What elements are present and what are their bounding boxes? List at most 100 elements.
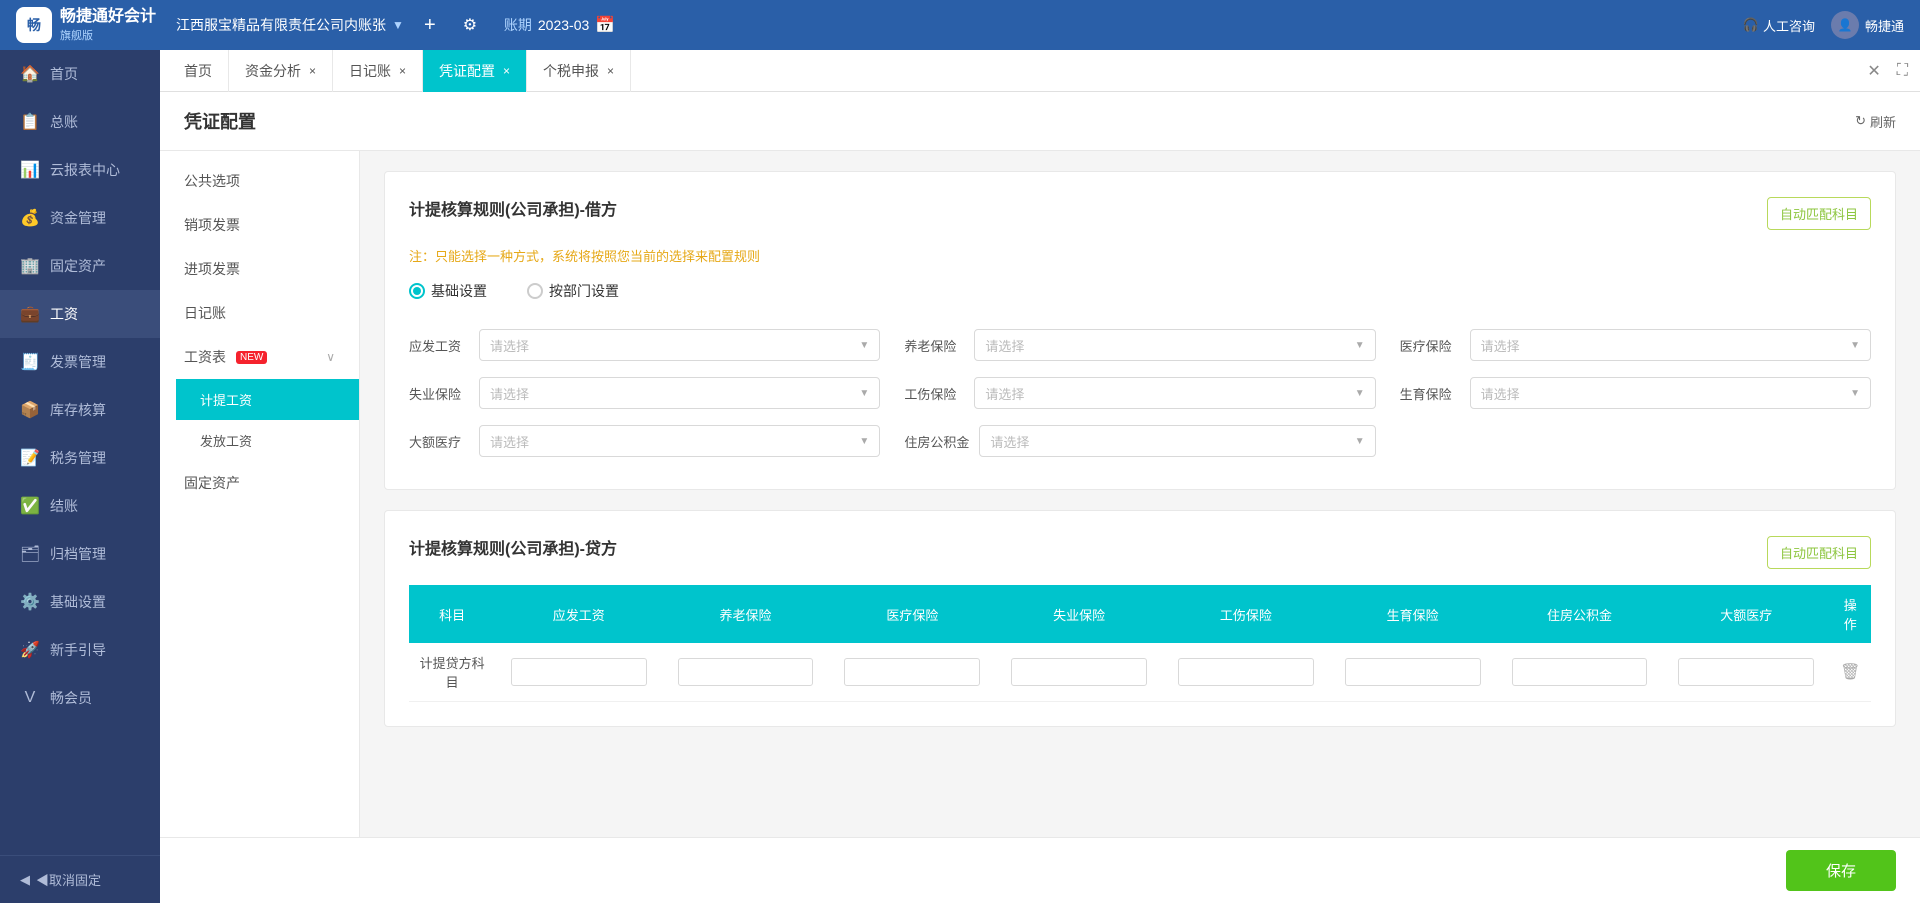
nav-item-fixed-asset[interactable]: 固定资产 — [160, 461, 359, 505]
tab-voucher-close[interactable]: × — [503, 64, 510, 78]
sidebar-item-reports[interactable]: 📊 云报表中心 — [0, 146, 160, 194]
tab-expand-button[interactable]: ⛶ — [1893, 58, 1912, 84]
col-gross-salary: 应发工资 — [495, 585, 662, 643]
cell-pension[interactable] — [662, 643, 829, 702]
label-unemployment: 失业保险 — [409, 384, 469, 403]
cell-maternity[interactable] — [1329, 643, 1496, 702]
cell-unemployment[interactable] — [996, 643, 1163, 702]
nav-label-journal: 日记账 — [184, 303, 226, 323]
radio-basic-label: 基础设置 — [431, 281, 487, 301]
cell-subject-label: 计提贷方科目 — [409, 643, 495, 702]
input-medical[interactable] — [844, 658, 980, 686]
sidebar-label-capital: 资金管理 — [50, 208, 106, 228]
add-button[interactable]: + — [416, 11, 444, 39]
tab-tax-label: 个税申报 — [543, 61, 599, 81]
sidebar-label-settings: 基础设置 — [50, 592, 106, 612]
nav-label-purchase-invoice: 进项发票 — [184, 259, 240, 279]
calendar-icon[interactable]: 📅 — [595, 15, 615, 35]
sidebar-item-home[interactable]: 🏠 首页 — [0, 50, 160, 98]
sidebar-label-invoice: 发票管理 — [50, 352, 106, 372]
tab-capital-close[interactable]: × — [309, 64, 316, 78]
tab-journal[interactable]: 日记账 × — [333, 50, 423, 92]
sidebar-item-salary[interactable]: 💼 工资 — [0, 290, 160, 338]
vip-icon: V — [20, 689, 40, 707]
col-action: 操作 — [1830, 585, 1871, 643]
input-gross-salary[interactable] — [511, 658, 647, 686]
tax-icon: 📝 — [20, 448, 40, 468]
tab-tax-close[interactable]: × — [607, 64, 614, 78]
nav-item-payroll-table[interactable]: 工资表 NEW ∨ — [160, 335, 359, 379]
sidebar-label-fixed-assets: 固定资产 — [50, 256, 106, 276]
input-big-medical[interactable] — [1678, 658, 1814, 686]
service-button[interactable]: 🎧 人工咨询 — [1743, 16, 1815, 35]
sidebar-item-guide[interactable]: 🚀 新手引导 — [0, 626, 160, 674]
input-maternity[interactable] — [1345, 658, 1481, 686]
input-housing-fund[interactable] — [1512, 658, 1648, 686]
select-pension[interactable]: 请选择 ▼ — [974, 329, 1375, 361]
select-unemployment[interactable]: 请选择 ▼ — [479, 377, 880, 409]
debit-note: 注：只能选择一种方式，系统将按照您当前的选择来配置规则 — [409, 246, 1871, 265]
select-work-injury[interactable]: 请选择 ▼ — [974, 377, 1375, 409]
unpin-label: ◀取消固定 — [36, 870, 101, 889]
select-maternity[interactable]: 请选择 ▼ — [1470, 377, 1871, 409]
radio-row: 基础设置 按部门设置 — [409, 281, 1871, 301]
sidebar-unpin-button[interactable]: ◀ ◀取消固定 — [0, 855, 160, 903]
sidebar-label-ledger: 总账 — [50, 112, 78, 132]
tab-close-all-button[interactable]: ✕ — [1863, 57, 1884, 85]
credit-auto-match-button[interactable]: 自动匹配科目 — [1767, 536, 1871, 569]
cell-gross-salary[interactable] — [495, 643, 662, 702]
sidebar-label-home: 首页 — [50, 64, 78, 84]
input-pension[interactable] — [678, 658, 814, 686]
save-button[interactable]: 保存 — [1786, 850, 1896, 891]
nav-item-journal[interactable]: 日记账 — [160, 291, 359, 335]
user-area[interactable]: 👤 畅捷通 — [1831, 11, 1904, 39]
sidebar-label-checkout: 结账 — [50, 496, 78, 516]
sidebar-item-ledger[interactable]: 📋 总账 — [0, 98, 160, 146]
sidebar-item-vip[interactable]: V 畅会员 — [0, 674, 160, 722]
gear-icon[interactable]: ⚙ — [456, 11, 484, 39]
input-unemployment[interactable] — [1011, 658, 1147, 686]
sidebar-item-archive[interactable]: 🗂 归档管理 — [0, 530, 160, 578]
top-right: 🎧 人工咨询 👤 畅捷通 — [1743, 11, 1904, 39]
sidebar-label-reports: 云报表中心 — [50, 160, 120, 180]
radio-dept[interactable]: 按部门设置 — [527, 281, 619, 301]
tab-capital[interactable]: 资金分析 × — [229, 50, 333, 92]
tab-tax[interactable]: 个税申报 × — [527, 50, 631, 92]
nav-item-payroll-pay[interactable]: 发放工资 — [176, 420, 359, 461]
sidebar-item-inventory[interactable]: 📦 库存核算 — [0, 386, 160, 434]
tab-voucher[interactable]: 凭证配置 × — [423, 50, 527, 92]
radio-basic[interactable]: 基础设置 — [409, 281, 487, 301]
delete-row-button[interactable]: 🗑 — [1840, 664, 1860, 681]
sidebar-item-capital[interactable]: 💰 资金管理 — [0, 194, 160, 242]
input-work-injury[interactable] — [1178, 658, 1314, 686]
select-housing-fund[interactable]: 请选择 ▼ — [979, 425, 1375, 457]
cell-big-medical[interactable] — [1663, 643, 1830, 702]
nav-item-sales-invoice[interactable]: 销项发票 — [160, 203, 359, 247]
select-medical[interactable]: 请选择 ▼ — [1470, 329, 1871, 361]
nav-item-payroll-calc[interactable]: 计提工资 — [176, 379, 359, 420]
label-medical: 医疗保险 — [1400, 336, 1460, 355]
sidebar-item-fixed-assets[interactable]: 🏢 固定资产 — [0, 242, 160, 290]
cell-medical[interactable] — [829, 643, 996, 702]
cell-work-injury[interactable] — [1163, 643, 1330, 702]
debit-auto-match-button[interactable]: 自动匹配科目 — [1767, 197, 1871, 230]
select-big-medical[interactable]: 请选择 ▼ — [479, 425, 880, 457]
nav-label-payroll-table: 工资表 — [184, 347, 226, 367]
select-gross-salary[interactable]: 请选择 ▼ — [479, 329, 880, 361]
col-housing-fund: 住房公积金 — [1496, 585, 1663, 643]
nav-label-payroll-calc: 计提工资 — [200, 390, 252, 409]
company-select[interactable]: 江西服宝精品有限责任公司内账张 ▼ — [176, 15, 404, 35]
tab-actions: ✕ ⛶ — [1863, 57, 1912, 85]
refresh-button[interactable]: ↻ 刷新 — [1855, 112, 1896, 131]
cell-housing-fund[interactable] — [1496, 643, 1663, 702]
page-title: 凭证配置 — [184, 108, 256, 134]
sidebar-item-checkout[interactable]: ✅ 结账 — [0, 482, 160, 530]
nav-item-purchase-invoice[interactable]: 进项发票 — [160, 247, 359, 291]
sidebar-item-invoice[interactable]: 🧾 发票管理 — [0, 338, 160, 386]
tab-journal-close[interactable]: × — [399, 64, 406, 78]
field-housing-fund: 住房公积金 请选择 ▼ — [904, 425, 1375, 457]
tab-home[interactable]: 首页 — [168, 50, 229, 92]
sidebar-item-settings[interactable]: ⚙️ 基础设置 — [0, 578, 160, 626]
sidebar-item-tax[interactable]: 📝 税务管理 — [0, 434, 160, 482]
nav-item-public[interactable]: 公共选项 — [160, 159, 359, 203]
